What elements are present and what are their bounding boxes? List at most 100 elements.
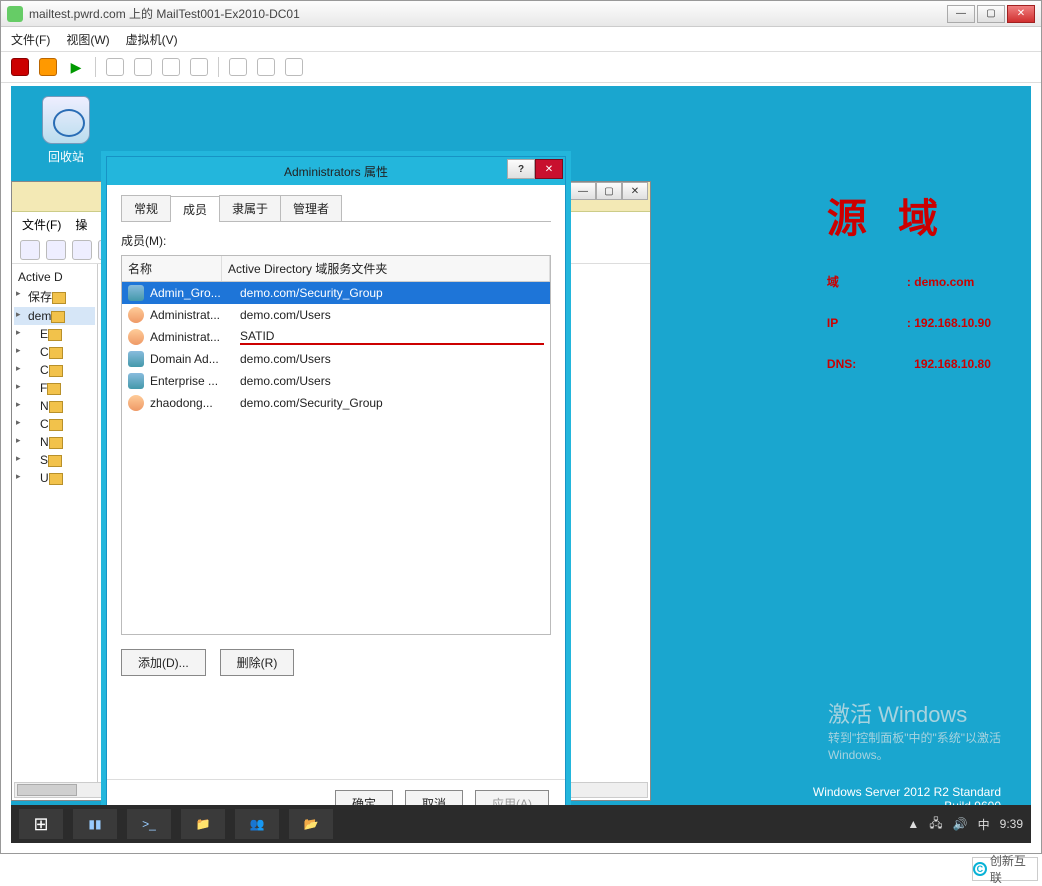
settings-icon[interactable] (257, 58, 275, 76)
aduc-tree[interactable]: Active D 保存 dem ECCFNCNSU (12, 264, 98, 782)
more-icon[interactable] (285, 58, 303, 76)
vmware-title-text: mailtest.pwrd.com 上的 MailTest001-Ex2010-… (29, 5, 947, 22)
aduc-menu-file[interactable]: 文件(F) (22, 216, 61, 233)
overlay-heading: 源 域 (827, 186, 991, 244)
aduc-forward-icon[interactable] (46, 240, 66, 260)
os-name: Windows Server 2012 R2 Standard (813, 785, 1001, 799)
tree-child-2[interactable]: C (14, 361, 95, 379)
start-button[interactable]: ⊞ (19, 809, 63, 839)
scrollbar-thumb[interactable] (17, 784, 77, 796)
member-row[interactable]: Domain Ad...demo.com/Users (122, 348, 550, 370)
dialog-close-button[interactable]: ✕ (535, 159, 563, 179)
taskbar[interactable]: ⊞ ▮▮ >_ 📁 👥 📂 ▲ 🖧 🔊 中 9:39 (11, 805, 1031, 843)
close-button[interactable]: ✕ (1007, 5, 1035, 23)
user-icon (128, 329, 144, 345)
server-manager-icon[interactable]: ▮▮ (73, 809, 117, 839)
tray-volume-icon[interactable]: 🔊 (953, 817, 968, 831)
fullscreen-icon[interactable] (190, 58, 208, 76)
explorer-icon[interactable]: 📁 (181, 809, 225, 839)
watermark: C 创新互联 (972, 857, 1038, 881)
tree-child-3[interactable]: F (14, 379, 95, 397)
vmware-titlebar[interactable]: mailtest.pwrd.com 上的 MailTest001-Ex2010-… (1, 1, 1041, 27)
user-icon (128, 395, 144, 411)
member-row[interactable]: Administrat...SATID (122, 326, 550, 348)
tab-general[interactable]: 常规 (121, 195, 171, 221)
member-row[interactable]: Enterprise ...demo.com/Users (122, 370, 550, 392)
member-folder: SATID (240, 329, 544, 345)
aduc-maximize-button[interactable]: ▢ (596, 182, 622, 200)
tree-child-8[interactable]: U (14, 469, 95, 487)
tree-child-1[interactable]: C (14, 343, 95, 361)
member-row[interactable]: Administrat...demo.com/Users (122, 304, 550, 326)
col-folder[interactable]: Active Directory 域服务文件夹 (222, 256, 550, 281)
aduc-task-icon[interactable]: 👥 (235, 809, 279, 839)
folder-task-icon[interactable]: 📂 (289, 809, 333, 839)
aduc-menu-action[interactable]: 操 (75, 216, 87, 233)
remove-button[interactable]: 删除(R) (220, 649, 295, 676)
recycle-bin-label: 回收站 (31, 148, 101, 165)
menu-file[interactable]: 文件(F) (11, 31, 50, 48)
play-icon[interactable]: ▶ (67, 58, 85, 76)
member-row[interactable]: zhaodong...demo.com/Security_Group (122, 392, 550, 414)
tree-child-6[interactable]: N (14, 433, 95, 451)
powershell-icon[interactable]: >_ (127, 809, 171, 839)
tab-members[interactable]: 成员 (170, 196, 220, 222)
overlay-domain-label: 域 (827, 273, 907, 290)
guest-desktop[interactable]: 回收站 源 域 域: demo.com IP: 192.168.10.90 DN… (11, 86, 1031, 843)
activate-title: 激活 Windows (828, 697, 1001, 729)
tree-child-5[interactable]: C (14, 415, 95, 433)
tree-child-0[interactable]: E (14, 325, 95, 343)
vmware-toolbar: ▶ (1, 51, 1041, 83)
recycle-bin-icon (42, 96, 90, 144)
watermark-text: 创新互联 (990, 852, 1037, 886)
unity-icon[interactable] (229, 58, 247, 76)
aduc-up-icon[interactable] (72, 240, 92, 260)
tray-flag-icon[interactable]: ▲ (907, 817, 919, 831)
group-icon (128, 373, 144, 389)
overlay-dns-label: DNS: (827, 357, 907, 371)
revert-icon[interactable] (162, 58, 180, 76)
overlay-ip-value: : 192.168.10.90 (907, 316, 991, 330)
snapshot-manage-icon[interactable] (134, 58, 152, 76)
vmware-icon (7, 6, 23, 22)
activate-line2: 转到"控制面板"中的"系统"以激活 (828, 729, 1001, 746)
members-grid[interactable]: 名称 Active Directory 域服务文件夹 Admin_Gro...d… (121, 255, 551, 635)
tab-managedby[interactable]: 管理者 (280, 195, 342, 221)
tray-ime-icon[interactable]: 中 (978, 816, 990, 833)
aduc-back-icon[interactable] (20, 240, 40, 260)
dialog-titlebar[interactable]: Administrators 属性 ? ✕ (107, 157, 565, 185)
member-row[interactable]: Admin_Gro...demo.com/Security_Group (122, 282, 550, 304)
tree-child-4[interactable]: N (14, 397, 95, 415)
vmware-window: mailtest.pwrd.com 上的 MailTest001-Ex2010-… (0, 0, 1042, 854)
minimize-button[interactable]: — (947, 5, 975, 23)
system-tray[interactable]: ▲ 🖧 🔊 中 9:39 (907, 814, 1023, 835)
snapshot-icon[interactable] (106, 58, 124, 76)
tree-domain[interactable]: dem (14, 307, 95, 325)
recycle-bin[interactable]: 回收站 (31, 96, 101, 165)
aduc-close-button[interactable]: ✕ (622, 182, 648, 200)
group-icon (128, 351, 144, 367)
tray-network-icon[interactable]: 🖧 (929, 814, 942, 835)
col-name[interactable]: 名称 (122, 256, 222, 281)
member-name: Admin_Gro... (150, 286, 240, 300)
add-button[interactable]: 添加(D)... (121, 649, 206, 676)
group-icon (128, 285, 144, 301)
maximize-button[interactable]: ▢ (977, 5, 1005, 23)
member-folder: demo.com/Security_Group (240, 286, 544, 300)
tree-saved-queries[interactable]: 保存 (14, 286, 95, 307)
activate-windows-overlay: 激活 Windows 转到"控制面板"中的"系统"以激活 Windows。 (828, 697, 1001, 763)
menu-view[interactable]: 视图(W) (66, 31, 109, 48)
stop-icon[interactable] (11, 58, 29, 76)
menu-vm[interactable]: 虚拟机(V) (126, 31, 178, 48)
member-name: Administrat... (150, 330, 240, 344)
aduc-minimize-button[interactable]: — (570, 182, 596, 200)
watermark-logo-icon: C (973, 862, 987, 876)
tree-child-7[interactable]: S (14, 451, 95, 469)
member-name: zhaodong... (150, 396, 240, 410)
tab-memberof[interactable]: 隶属于 (219, 195, 281, 221)
tray-clock[interactable]: 9:39 (1000, 817, 1023, 831)
tree-root[interactable]: Active D (14, 268, 95, 286)
dialog-help-button[interactable]: ? (507, 159, 535, 179)
pause-icon[interactable] (39, 58, 57, 76)
member-name: Administrat... (150, 308, 240, 322)
